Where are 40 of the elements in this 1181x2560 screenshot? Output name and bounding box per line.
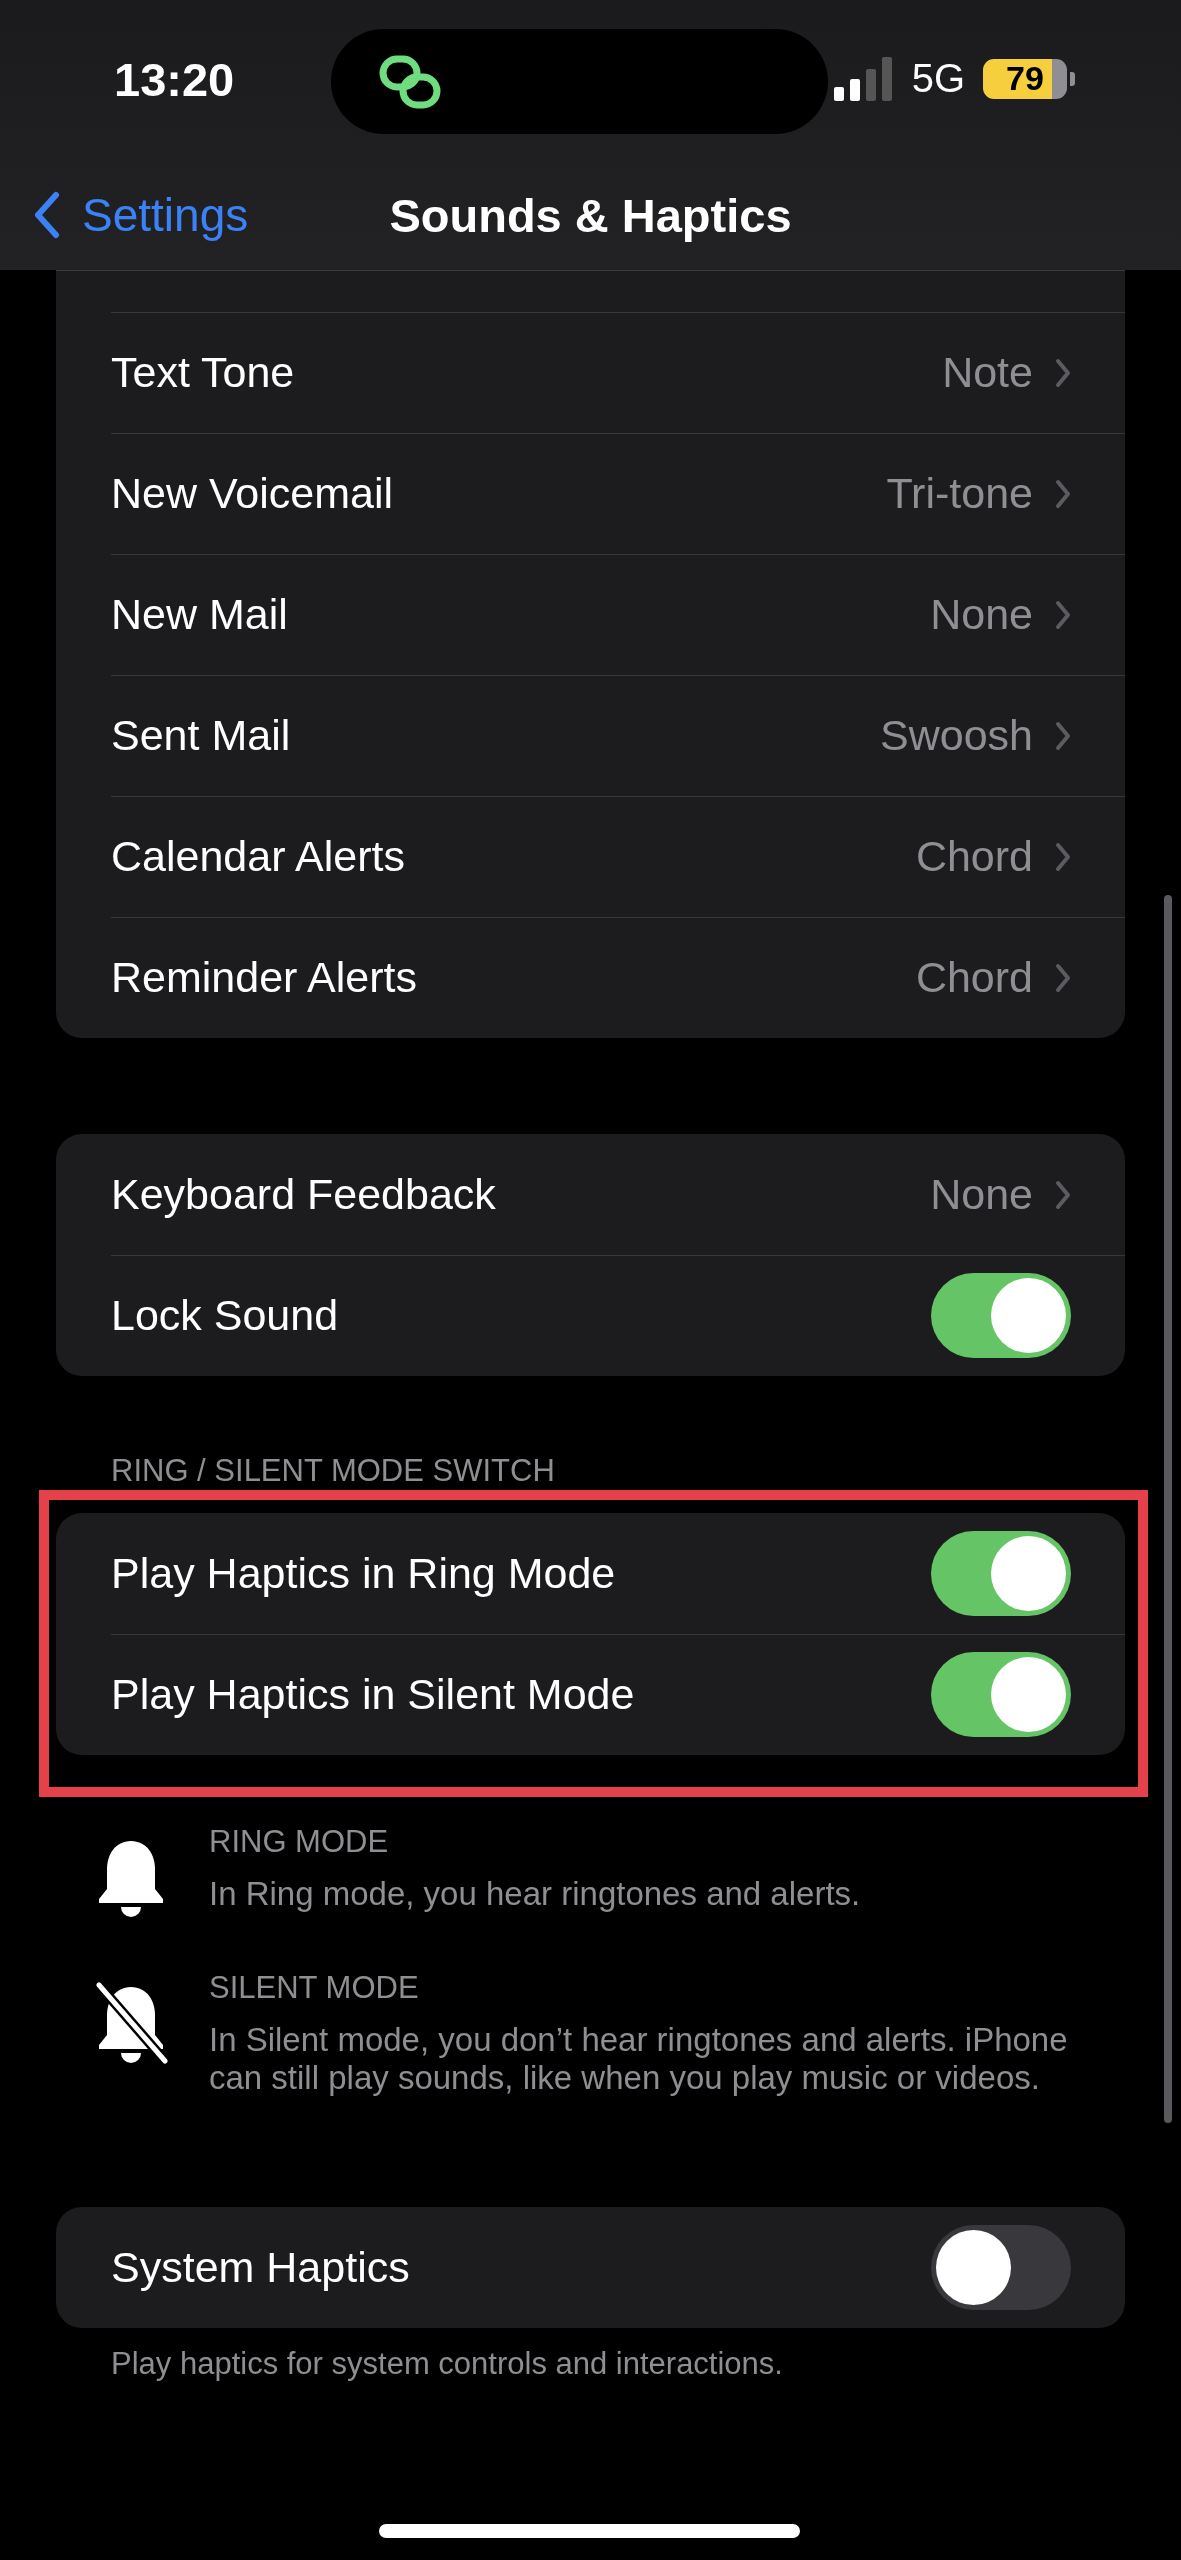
row-value: Note — [942, 348, 1033, 397]
row-label: Keyboard Feedback — [111, 1170, 497, 1219]
row-label: System Haptics — [111, 2243, 411, 2292]
signal-icon — [833, 56, 894, 101]
back-button[interactable]: Settings — [34, 188, 249, 242]
row-label: Sent Mail — [111, 711, 292, 760]
chevron-icon — [1055, 1179, 1071, 1210]
chevron-icon — [1055, 599, 1071, 630]
row-label: Lock Sound — [111, 1291, 340, 1340]
link-icon — [379, 54, 443, 109]
chevron-icon — [1055, 357, 1071, 388]
row-label: New Voicemail — [111, 469, 394, 518]
section-header: RING / SILENT MODE SWITCH — [111, 1453, 556, 1489]
row-value: Chord — [915, 953, 1033, 1002]
group-footer: Play haptics for system controls and interactions. — [111, 2346, 1181, 2382]
row-label: Play Haptics in Silent Mode — [111, 1670, 636, 1719]
row-value: Tri-tone — [886, 469, 1033, 518]
row-label: Calendar Alerts — [111, 832, 406, 881]
bell-slash-icon — [93, 1981, 169, 2065]
back-chevron-icon[interactable] — [34, 191, 60, 239]
chevron-icon — [1055, 841, 1071, 872]
row-label: Play Haptics in Ring Mode — [111, 1549, 617, 1598]
row-value: Chord — [915, 832, 1033, 881]
chevron-icon — [1055, 962, 1071, 993]
page-title: Sounds & Haptics — [389, 187, 792, 243]
status-time: 13:20 — [114, 52, 235, 107]
chevron-icon — [1055, 478, 1071, 509]
row-value: Swoosh — [880, 711, 1033, 760]
row-label: New Mail — [111, 590, 289, 639]
row-label: Text Tone — [111, 348, 296, 397]
note-title: SILENT MODE — [209, 1969, 420, 2007]
note-text: In Silent mode, you don’t hear ringtones and alerts. iPhone can still play sounds, like when you play music or videos. — [209, 2021, 1069, 2097]
row-value: None — [930, 1170, 1033, 1219]
network-label: 5G — [911, 56, 965, 101]
note-title: RING MODE — [209, 1823, 390, 1861]
row-value: None — [930, 590, 1033, 639]
battery-indicator: 79 — [983, 58, 1075, 99]
note-text: In Ring mode, you hear ringtones and alerts. — [209, 1875, 862, 1913]
chevron-icon — [1055, 720, 1071, 751]
row-label: Reminder Alerts — [111, 953, 418, 1002]
